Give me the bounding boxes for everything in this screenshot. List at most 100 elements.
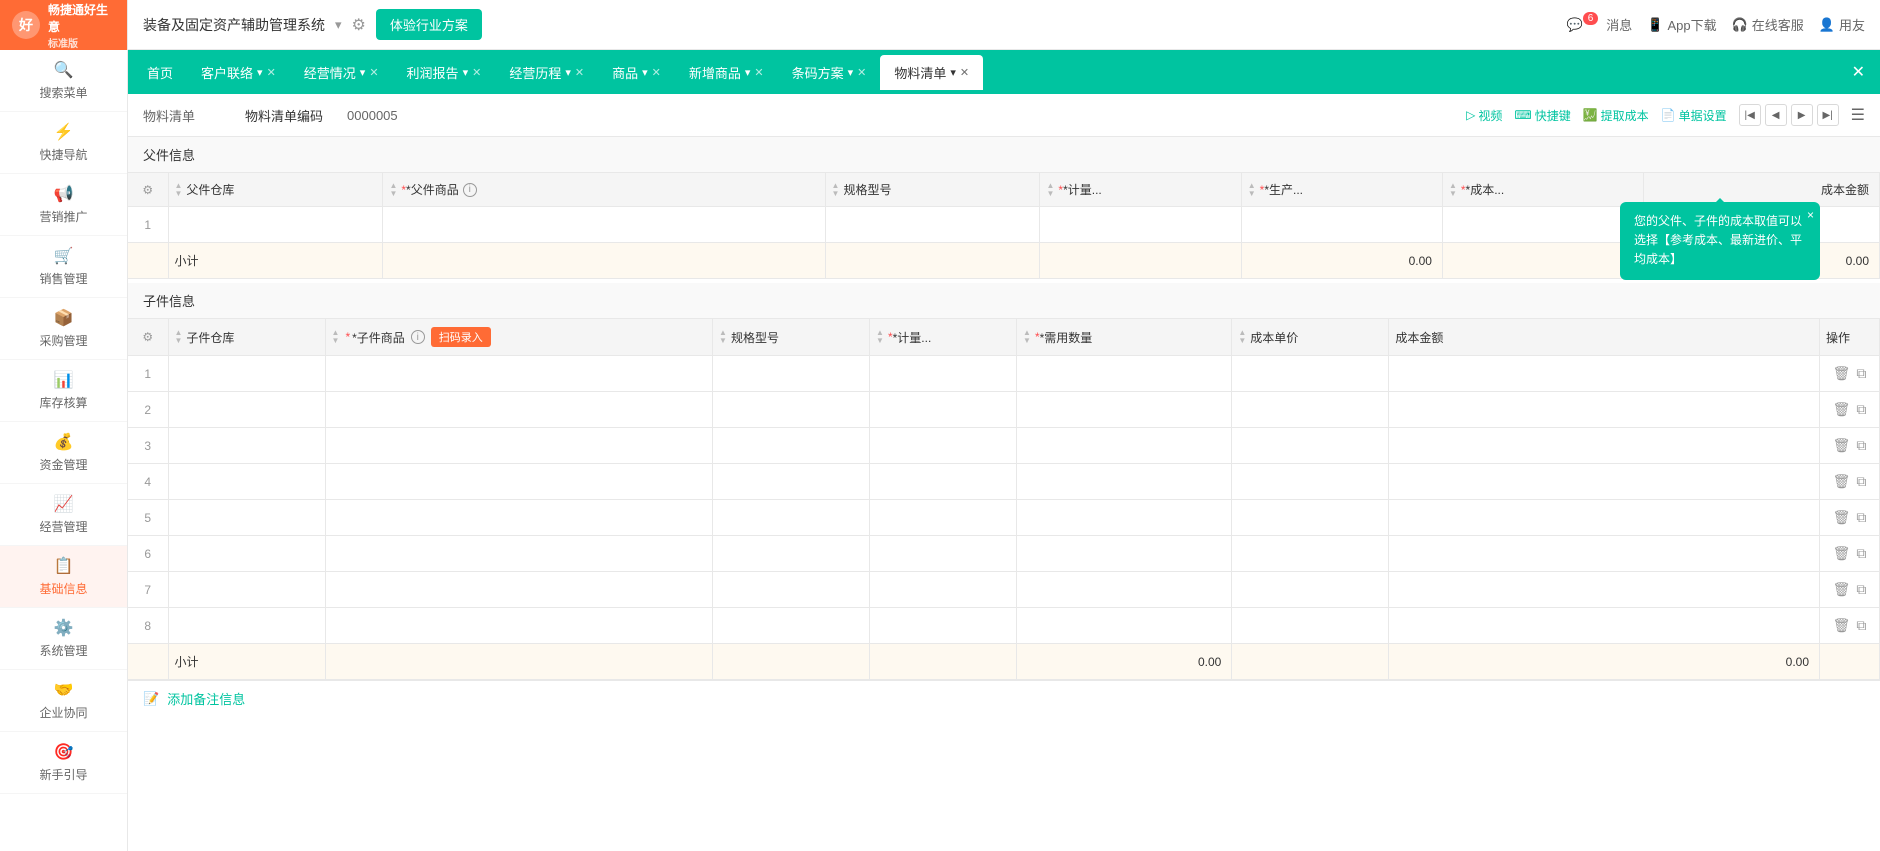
online-service-button[interactable]: 🎧 在线客服 <box>1732 15 1804 34</box>
child-row-1-spec[interactable] <box>713 356 870 392</box>
child-row-3-spec[interactable] <box>713 428 870 464</box>
child-row-5-price[interactable] <box>1232 500 1389 536</box>
parent-col-settings[interactable]: ⚙ <box>128 173 168 207</box>
sort-warehouse-icon[interactable]: ▲▼ <box>175 182 183 198</box>
sidebar-item-system[interactable]: ⚙️ 系统管理 <box>0 608 127 670</box>
child-row-1-qty[interactable] <box>1017 356 1232 392</box>
sort-unit-icon[interactable]: ▲▼ <box>1046 182 1054 198</box>
nav-last-button[interactable]: ▶| <box>1817 104 1839 126</box>
child-row-4-price[interactable] <box>1232 464 1389 500</box>
single-setting-button[interactable]: 📄 单据设置 <box>1661 107 1727 124</box>
child-row-3-price[interactable] <box>1232 428 1389 464</box>
child-row-8-warehouse[interactable] <box>168 608 325 644</box>
child-row-2-cost[interactable] <box>1389 392 1820 428</box>
app-download-button[interactable]: 📱 App下载 <box>1647 15 1716 34</box>
child-row-6-copy-icon[interactable]: ⧉ <box>1856 545 1866 562</box>
child-row-5-spec[interactable] <box>713 500 870 536</box>
child-row-5-qty[interactable] <box>1017 500 1232 536</box>
parent-row-1-spec[interactable] <box>825 207 1040 243</box>
child-row-5-copy-icon[interactable]: ⧉ <box>1856 509 1866 526</box>
tab-new-product-close[interactable]: ✕ <box>754 66 763 79</box>
sort-production-icon[interactable]: ▲▼ <box>1248 182 1256 198</box>
child-row-4-delete-icon[interactable]: 🗑 <box>1833 473 1851 490</box>
tab-bom[interactable]: 物料清单 ▾ ✕ <box>880 55 983 90</box>
extract-cost-button[interactable]: 💹 提取成本 <box>1583 107 1649 124</box>
child-row-3-unit[interactable] <box>870 428 1017 464</box>
child-row-3-product[interactable] <box>325 428 713 464</box>
settings-icon[interactable]: ⚙ <box>352 15 366 35</box>
sidebar-item-guide[interactable]: 🎯 新手引导 <box>0 732 127 794</box>
child-row-1-cost[interactable] <box>1389 356 1820 392</box>
sort-product-icon[interactable]: ▲▼ <box>389 182 397 198</box>
child-row-5-warehouse[interactable] <box>168 500 325 536</box>
breadcrumb-parent[interactable]: 物料清单 <box>143 106 195 125</box>
tab-barcode-close[interactable]: ✕ <box>857 66 866 79</box>
message-button[interactable]: 💬 6 消息 <box>1567 15 1633 34</box>
child-row-4-warehouse[interactable] <box>168 464 325 500</box>
tab-operations-close[interactable]: ✕ <box>369 66 378 79</box>
sidebar-item-sales[interactable]: 🛒 销售管理 <box>0 236 127 298</box>
child-row-7-unit[interactable] <box>870 572 1017 608</box>
child-row-2-product[interactable] <box>325 392 713 428</box>
parent-row-1-warehouse[interactable] <box>168 207 383 243</box>
child-row-2-delete-icon[interactable]: 🗑 <box>1833 401 1851 418</box>
child-row-8-unit[interactable] <box>870 608 1017 644</box>
parent-product-info-icon[interactable]: i <box>463 183 477 197</box>
experience-button[interactable]: 体验行业方案 <box>376 9 482 40</box>
child-row-2-warehouse[interactable] <box>168 392 325 428</box>
child-sort-product-icon[interactable]: ▲▼ <box>332 329 340 345</box>
child-row-8-qty[interactable] <box>1017 608 1232 644</box>
child-row-4-copy-icon[interactable]: ⧉ <box>1856 473 1866 490</box>
child-sort-qty-icon[interactable]: ▲▼ <box>1023 329 1031 345</box>
sidebar-item-purchase[interactable]: 📦 采购管理 <box>0 298 127 360</box>
child-row-5-unit[interactable] <box>870 500 1017 536</box>
child-row-8-copy-icon[interactable]: ⧉ <box>1856 617 1866 634</box>
tab-profit[interactable]: 利润报告 ▾ ✕ <box>393 55 496 90</box>
nav-next-button[interactable]: ▶ <box>1791 104 1813 126</box>
sidebar-item-search[interactable]: 🔍 搜索菜单 <box>0 50 127 112</box>
child-row-6-cost[interactable] <box>1389 536 1820 572</box>
tab-customer[interactable]: 客户联络 ▾ ✕ <box>187 55 290 90</box>
tab-home[interactable]: 首页 <box>133 55 187 90</box>
child-row-6-product[interactable] <box>325 536 713 572</box>
child-row-5-product[interactable] <box>325 500 713 536</box>
sidebar-item-marketing[interactable]: 📢 营销推广 <box>0 174 127 236</box>
sort-cost-icon[interactable]: ▲▼ <box>1449 182 1457 198</box>
child-row-3-cost[interactable] <box>1389 428 1820 464</box>
child-row-4-qty[interactable] <box>1017 464 1232 500</box>
child-row-5-delete-icon[interactable]: 🗑 <box>1833 509 1851 526</box>
sidebar-item-enterprise[interactable]: 🤝 企业协同 <box>0 670 127 732</box>
child-row-3-qty[interactable] <box>1017 428 1232 464</box>
dropdown-arrow-icon[interactable]: ▾ <box>335 17 342 33</box>
child-sort-spec-icon[interactable]: ▲▼ <box>719 329 727 345</box>
nav-first-button[interactable]: |◀ <box>1739 104 1761 126</box>
child-row-8-delete-icon[interactable]: 🗑 <box>1833 617 1851 634</box>
tab-product[interactable]: 商品 ▾ ✕ <box>598 55 675 90</box>
tab-history-close[interactable]: ✕ <box>575 66 584 79</box>
video-button[interactable]: ▷ 视频 <box>1466 107 1502 124</box>
child-row-8-price[interactable] <box>1232 608 1389 644</box>
list-view-icon[interactable]: ☰ <box>1851 105 1865 125</box>
sidebar-item-finance[interactable]: 💰 资金管理 <box>0 422 127 484</box>
tab-customer-close[interactable]: ✕ <box>267 66 276 79</box>
tab-history[interactable]: 经营历程 ▾ ✕ <box>495 55 598 90</box>
sidebar-item-basic-info[interactable]: 📋 基础信息 <box>0 546 127 608</box>
child-row-3-warehouse[interactable] <box>168 428 325 464</box>
child-row-8-cost[interactable] <box>1389 608 1820 644</box>
tooltip-close-button[interactable]: × <box>1807 206 1814 225</box>
tab-barcode[interactable]: 条码方案 ▾ ✕ <box>778 55 881 90</box>
child-row-7-spec[interactable] <box>713 572 870 608</box>
sidebar-item-inventory[interactable]: 📊 库存核算 <box>0 360 127 422</box>
child-row-2-price[interactable] <box>1232 392 1389 428</box>
child-row-2-copy-icon[interactable]: ⧉ <box>1856 401 1866 418</box>
child-row-8-product[interactable] <box>325 608 713 644</box>
child-sort-price-icon[interactable]: ▲▼ <box>1238 329 1246 345</box>
child-row-4-spec[interactable] <box>713 464 870 500</box>
child-row-2-qty[interactable] <box>1017 392 1232 428</box>
child-row-7-copy-icon[interactable]: ⧉ <box>1856 581 1866 598</box>
child-row-6-warehouse[interactable] <box>168 536 325 572</box>
sort-spec-icon[interactable]: ▲▼ <box>832 182 840 198</box>
child-row-4-cost[interactable] <box>1389 464 1820 500</box>
child-row-3-copy-icon[interactable]: ⧉ <box>1856 437 1866 454</box>
child-row-4-unit[interactable] <box>870 464 1017 500</box>
